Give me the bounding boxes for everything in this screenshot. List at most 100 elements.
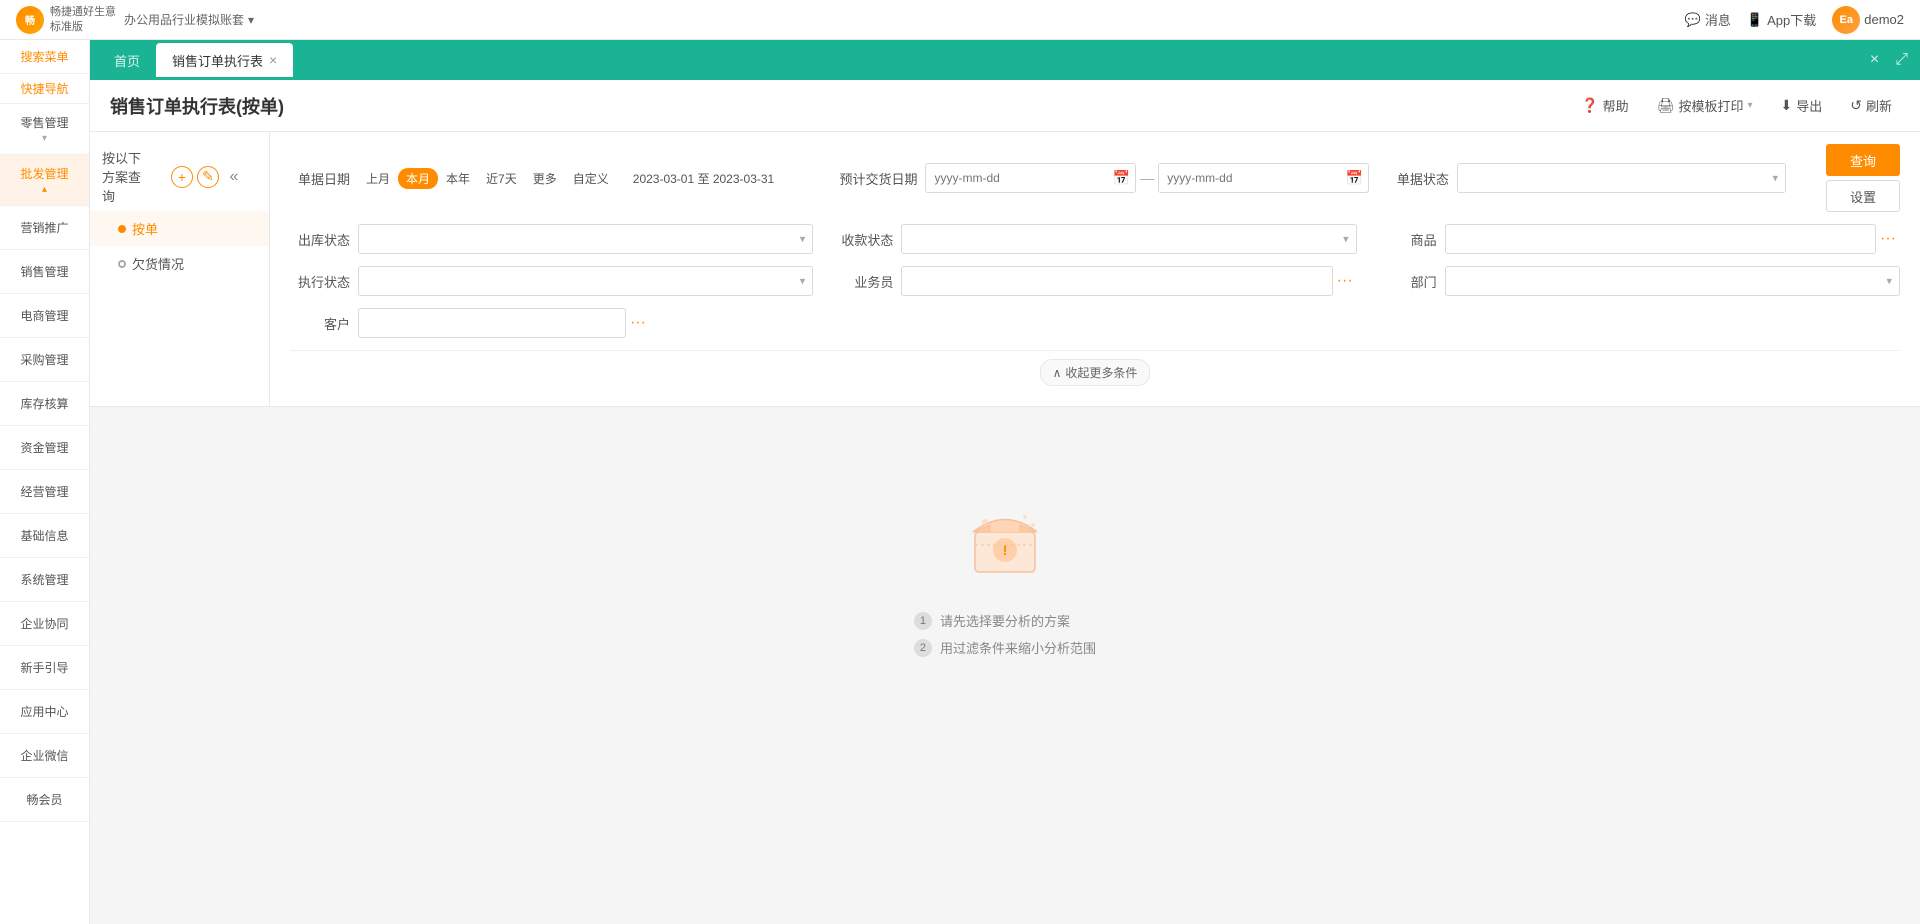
search-label: 搜索菜单 [20,48,68,65]
delivery-date-end[interactable] [1158,163,1369,193]
date-range: 2023-03-01 至 2023-03-31 [633,170,820,187]
system-name: 办公用品行业模拟账套 [124,11,244,28]
salesperson-label: 业务员 [833,272,893,291]
logo-line1: 畅捷通好生意 [50,5,116,19]
app-download-label: App下载 [1767,10,1816,29]
user-profile[interactable]: Ea demo2 [1832,6,1904,34]
sidebar-item-member[interactable]: 畅会员 [0,778,89,822]
delivery-date-start[interactable] [925,163,1136,193]
sidebar-item-marketing[interactable]: 营销推广 [0,206,89,250]
system-selector[interactable]: 办公用品行业模拟账套 ▾ [124,11,254,28]
sidebar-search[interactable]: 搜索菜单 [0,40,89,74]
wholesale-label: 批发管理 [20,165,68,182]
tab-close-icon[interactable]: × [269,53,277,67]
query-btn[interactable]: 查询 [1826,144,1900,176]
date-btn-this-year[interactable]: 本年 [438,168,478,189]
filter-row-4: 客户 ··· [290,308,1900,338]
app-download-action[interactable]: 📱 App下载 [1747,10,1816,29]
sidebar-item-app-center[interactable]: 应用中心 [0,690,89,734]
sidebar-item-new-user[interactable]: 新手引导 [0,646,89,690]
filter-scheme-backorder[interactable]: 欠货情况 [90,246,269,281]
sidebar-item-quick-nav[interactable]: 快捷导航 [0,74,89,104]
sidebar-item-enterprise-wechat[interactable]: 企业微信 [0,734,89,778]
sidebar-item-finance[interactable]: 资金管理 [0,426,89,470]
refresh-icon: ↺ [1850,97,1862,114]
logo-line2: 标准版 [50,20,116,34]
logo-area: 畅 畅捷通好生意 标准版 [16,5,116,34]
order-status-label: 单据状态 [1389,169,1449,188]
filter-field-customer: 客户 ··· [290,308,650,338]
sales-label: 销售管理 [20,263,68,280]
sidebar-item-ops[interactable]: 经营管理 [0,470,89,514]
sidebar-item-ecom[interactable]: 电商管理 [0,294,89,338]
exec-status-select[interactable] [358,266,813,296]
date-btn-this-month[interactable]: 本月 [398,168,438,189]
date-btn-custom[interactable]: 自定义 [565,168,617,189]
customer-more-btn[interactable]: ··· [626,314,650,332]
delivery-end-wrapper: 📅 [1158,163,1369,193]
customer-input[interactable] [358,308,626,338]
svg-text:!: ! [1003,542,1008,558]
print-label: 按模板打印 [1678,96,1743,115]
collection-status-select[interactable] [901,224,1356,254]
print-btn[interactable]: 🖨 按模板打印 ▾ [1649,92,1761,119]
refresh-btn[interactable]: ↺ 刷新 [1842,92,1900,119]
sidebar-item-wholesale[interactable]: 批发管理 ▴ [0,155,89,206]
chevron-icon: ▾ [42,133,47,144]
sidebar-item-enterprise-collab[interactable]: 企业协同 [0,602,89,646]
tab-sales-order[interactable]: 销售订单执行表 × [156,43,293,77]
sidebar-item-system[interactable]: 系统管理 [0,558,89,602]
date-quick-btns: 上月 本月 本年 近7天 更多 自定义 [358,168,617,189]
goods-input[interactable] [1445,224,1876,254]
tab-home[interactable]: 首页 [98,43,156,77]
tab-expand-btn[interactable]: ⤢ [1891,47,1912,73]
filter-scheme-by-order[interactable]: 按单 [90,211,269,246]
filter-row-1: 单据日期 上月 本月 本年 近7天 更多 自定义 [290,144,1900,212]
sidebar: 搜索菜单 快捷导航 零售管理 ▾ 批发管理 ▴ 营销推广 销售管理 电商管理 采… [0,40,90,924]
filter-collapse-btn[interactable]: « [223,166,245,188]
setting-btn[interactable]: 设置 [1826,180,1900,212]
sidebar-item-basic-info[interactable]: 基础信息 [0,514,89,558]
date-btn-7days[interactable]: 近7天 [478,168,525,189]
message-action[interactable]: 💬 消息 [1685,10,1731,29]
delivery-status-label: 出库状态 [290,230,350,249]
help-btn[interactable]: ❓ 帮助 [1573,92,1636,119]
help-label: 帮助 [1603,96,1629,115]
filter-field-collection-status: 收款状态 [833,224,1356,254]
calendar-start-icon: 📅 [1113,170,1130,187]
step-num-1: 1 [914,612,932,630]
app-center-label: 应用中心 [20,703,68,720]
step2-label: 用过滤条件来缩小分析范围 [940,638,1096,657]
avatar-text: Ea [1840,14,1853,26]
exec-status-label: 执行状态 [290,272,350,291]
goods-more-btn[interactable]: ··· [1876,230,1900,248]
dept-select[interactable] [1445,266,1900,296]
order-status-select[interactable] [1457,163,1786,193]
salesperson-more-btn[interactable]: ··· [1333,272,1357,290]
filter-edit-btn[interactable]: ✎ [197,166,219,188]
sidebar-item-inventory[interactable]: 库存核算 [0,382,89,426]
message-label: 消息 [1705,10,1731,29]
collapse-up-icon: ∧ [1053,366,1062,380]
export-btn[interactable]: ⬇ 导出 [1773,92,1831,119]
customer-label: 客户 [290,314,350,333]
collapse-more-btn[interactable]: ∧ 收起更多条件 [1040,359,1151,386]
filter-panel: 按以下方案查询 + ✎ « [90,132,1920,407]
filter-add-btn[interactable]: + [171,166,193,188]
sidebar-item-sales[interactable]: 销售管理 [0,250,89,294]
sidebar-item-retail[interactable]: 零售管理 ▾ [0,104,89,155]
print-icon: 🖨 [1657,97,1675,114]
filter-sidebar-header: 按以下方案查询 + ✎ « [90,142,269,211]
step1-label: 请先选择要分析的方案 [940,611,1070,630]
main-layout: 搜索菜单 快捷导航 零售管理 ▾ 批发管理 ▴ 营销推广 销售管理 电商管理 采… [0,40,1920,924]
date-btn-last-month[interactable]: 上月 [358,168,398,189]
salesperson-input[interactable] [901,266,1332,296]
sidebar-item-purchase[interactable]: 采购管理 [0,338,89,382]
delivery-date-range: 📅 — 📅 [925,163,1368,193]
filter-panel-inner: 按以下方案查询 + ✎ « [90,132,1920,406]
date-btn-more[interactable]: 更多 [525,168,565,189]
filter-field-salesperson: 业务员 ··· [833,266,1356,296]
ecom-label: 电商管理 [20,307,68,324]
tab-close-btn[interactable]: × [1866,47,1883,73]
delivery-status-select[interactable] [358,224,813,254]
